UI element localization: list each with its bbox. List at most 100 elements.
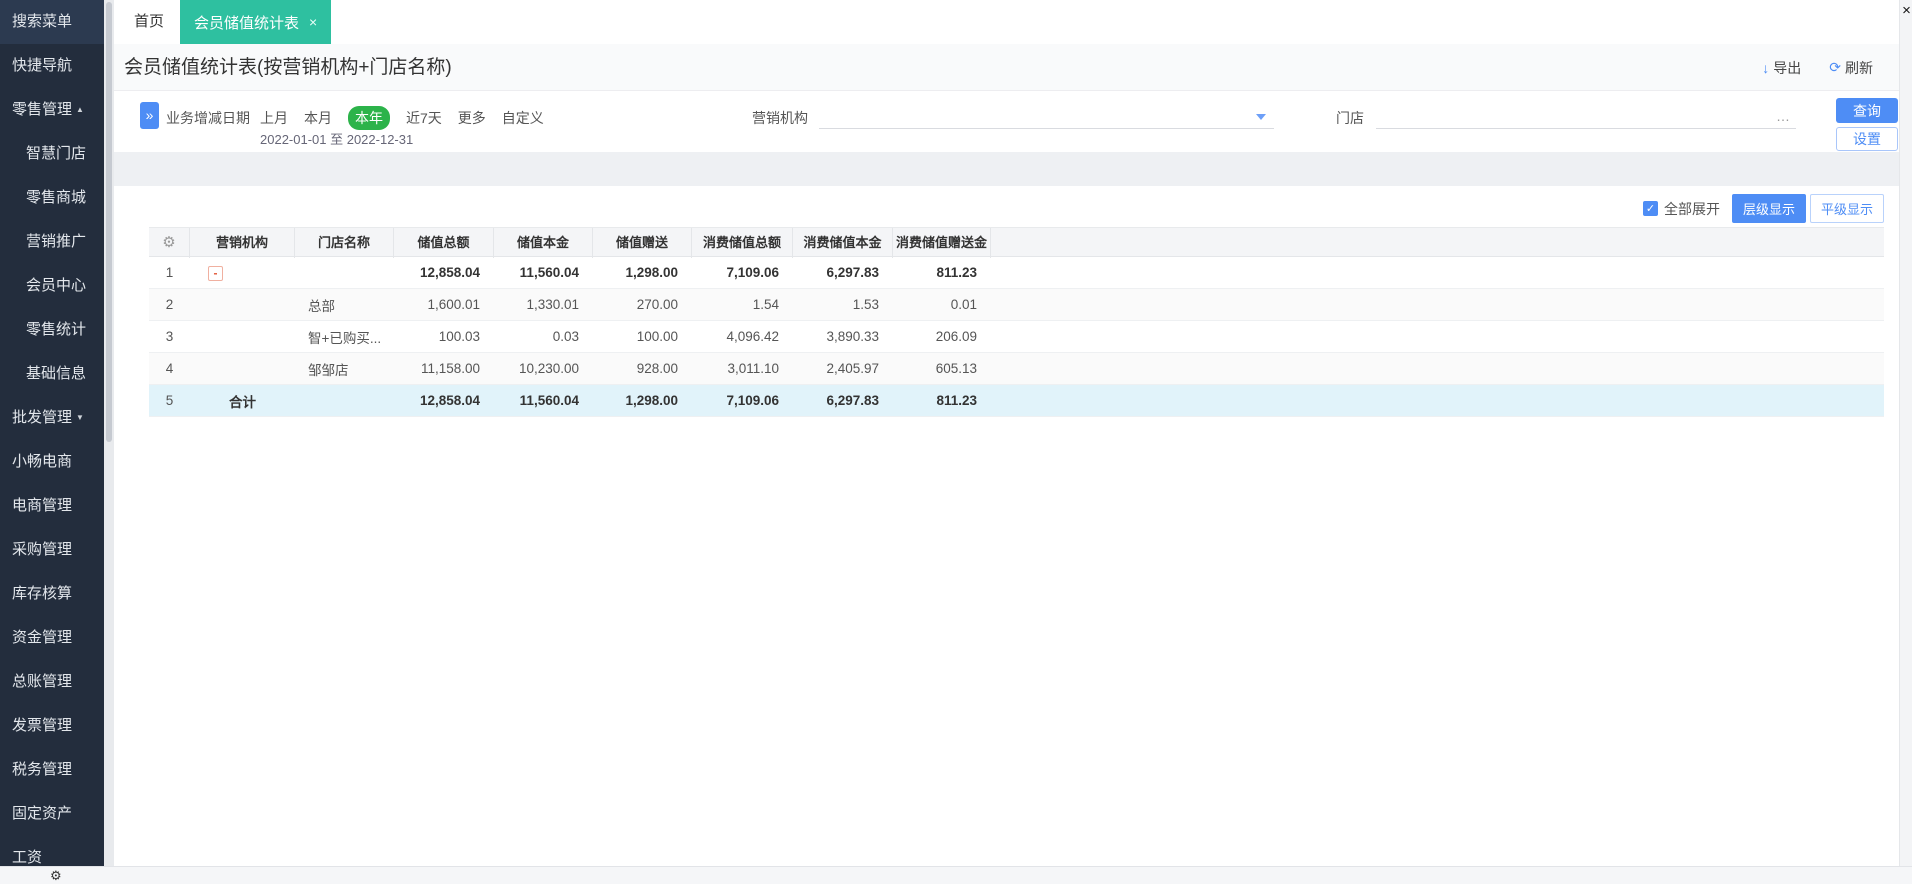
sidebar-item-label: 零售统计 bbox=[26, 321, 87, 338]
table-row[interactable]: 1 - 12,858.04 11,560.04 1,298.00 7,109.06 6,29… bbox=[149, 257, 1884, 289]
sidebar-item[interactable]: 批发管理 ▼ bbox=[0, 396, 104, 440]
value-cell: 1.54 bbox=[752, 297, 779, 312]
query-button[interactable]: 查询 bbox=[1836, 98, 1898, 123]
value-cell: 12,858.04 bbox=[419, 265, 480, 280]
sidebar-scrollbar[interactable] bbox=[104, 0, 114, 866]
date-filter-label: 业务增减日期 bbox=[166, 110, 250, 126]
store-filter-input[interactable]: … bbox=[1376, 103, 1796, 129]
table-row[interactable]: 3 智+已购买... 100.03 0.03 100.00 4,096.42 3,890.3… bbox=[149, 321, 1884, 353]
quick-option[interactable]: 更多 bbox=[458, 108, 486, 128]
date-range-value[interactable]: 2022-01-01 至 2022-12-31 bbox=[260, 129, 413, 148]
sidebar-item-label: 库存核算 bbox=[12, 585, 73, 602]
column-header-filler bbox=[991, 228, 1884, 258]
sidebar-item[interactable]: 发票管理 bbox=[0, 704, 104, 748]
tab-home[interactable]: 首页 bbox=[114, 0, 184, 44]
main-scrollbar[interactable]: × bbox=[1899, 0, 1912, 884]
quick-option[interactable]: 近7天 bbox=[406, 108, 442, 128]
quick-option[interactable]: 本月 bbox=[304, 108, 332, 128]
sidebar-item[interactable]: 电商管理 bbox=[0, 484, 104, 528]
table-row[interactable]: 4 邹邹店 11,158.00 10,230.00 928.00 3,011.10 2,40… bbox=[149, 353, 1884, 385]
store-cell: 总部 bbox=[308, 298, 335, 314]
tab-label: 会员储值统计表 bbox=[194, 14, 300, 32]
store-cell: 智+已购买... bbox=[308, 330, 382, 346]
value-cell: 100.03 bbox=[438, 329, 480, 344]
sidebar-item-label: 发票管理 bbox=[12, 717, 73, 734]
sidebar-scrollbar-thumb[interactable] bbox=[106, 2, 112, 442]
quick-option[interactable]: 上月 bbox=[260, 108, 288, 128]
export-icon: ↓ bbox=[1762, 59, 1770, 76]
value-cell: 0.01 bbox=[950, 297, 977, 312]
sidebar-item[interactable]: 基础信息 bbox=[0, 352, 104, 396]
collapse-filter-button[interactable]: » bbox=[140, 102, 159, 129]
table-controls: ✓ 全部展开 层级显示 平级显示 bbox=[1642, 194, 1884, 223]
window-close-icon[interactable]: × bbox=[1900, 0, 1912, 22]
sidebar-item[interactable]: 总账管理 bbox=[0, 660, 104, 704]
value-cell: 6,297.83 bbox=[826, 265, 879, 280]
table-body: 1 - 12,858.04 11,560.04 1,298.00 7,109.06 6,29… bbox=[149, 257, 1884, 417]
date-quick-options: 上月 本月 本年 近7天 更多 自定义 bbox=[260, 106, 560, 130]
sidebar-item-label: 会员中心 bbox=[26, 277, 87, 294]
sidebar-item[interactable]: 搜索菜单 bbox=[0, 0, 104, 44]
row-number: 3 bbox=[165, 329, 174, 344]
export-button[interactable]: ↓ 导出 bbox=[1762, 58, 1801, 78]
chevron-down-icon[interactable] bbox=[1256, 114, 1266, 120]
sidebar-item[interactable]: 税务管理 bbox=[0, 748, 104, 792]
sidebar-item[interactable]: 智慧门店 bbox=[0, 132, 104, 176]
value-cell: 11,158.00 bbox=[420, 361, 480, 376]
collapse-row-icon[interactable]: - bbox=[208, 265, 223, 281]
column-header: 消费储值赠送金 bbox=[893, 228, 991, 258]
org-filter-input[interactable] bbox=[819, 103, 1274, 129]
value-cell: 1,298.00 bbox=[625, 265, 678, 280]
sidebar-item[interactable]: 小畅电商 bbox=[0, 440, 104, 484]
expand-all-label: 全部展开 bbox=[1663, 200, 1720, 217]
sidebar-item[interactable]: 工资 bbox=[0, 836, 104, 866]
value-cell: 11,560.04 bbox=[519, 393, 579, 408]
value-cell: 928.00 bbox=[636, 361, 678, 376]
expand-all-checkbox[interactable]: ✓ bbox=[1642, 201, 1658, 216]
store-cell: 邹邹店 bbox=[308, 362, 349, 378]
value-cell: 7,109.06 bbox=[726, 393, 779, 408]
table-row[interactable]: 2 总部 1,600.01 1,330.01 270.00 1.54 1.53 0.01 bbox=[149, 289, 1884, 321]
sidebar-item-label: 工资 bbox=[12, 849, 43, 866]
column-settings-gear-icon[interactable]: ⚙ bbox=[149, 228, 190, 258]
refresh-button[interactable]: ⟳ 刷新 bbox=[1829, 58, 1873, 78]
value-cell: 811.23 bbox=[936, 265, 977, 280]
value-cell: 11,560.04 bbox=[519, 265, 579, 280]
hierarchy-display-button[interactable]: 层级显示 bbox=[1731, 194, 1806, 223]
value-cell: 12,858.04 bbox=[419, 393, 480, 408]
settings-gear-icon[interactable]: ⚙ bbox=[50, 867, 62, 884]
page-title: 会员储值统计表(按营销机构+门店名称) bbox=[124, 57, 452, 78]
sidebar-item[interactable]: 资金管理 bbox=[0, 616, 104, 660]
sidebar-item-label: 零售管理 bbox=[12, 101, 73, 118]
value-cell: 605.13 bbox=[935, 361, 977, 376]
quick-option[interactable]: 本年 bbox=[348, 106, 390, 130]
column-header: 门店名称 bbox=[295, 228, 394, 258]
sidebar-item-label: 基础信息 bbox=[26, 365, 87, 382]
settings-button[interactable]: 设置 bbox=[1836, 127, 1898, 151]
table-header: ⚙ 营销机构 门店名称 储值总额 储值本金 储值赠送 消费储值总额 消费储值本金 消费储值赠送金 bbox=[149, 227, 1884, 258]
column-header: 消费储值总额 bbox=[692, 228, 793, 258]
app-window: 搜索菜单 快捷导航 零售管理 ▲ 智慧门店 零售商城 营销推广会员中心零售统计基础信息批发管… bbox=[0, 0, 1912, 884]
tab-member-stored-value[interactable]: 会员储值统计表 × bbox=[180, 0, 332, 44]
sidebar-item[interactable]: 零售统计 bbox=[0, 308, 104, 352]
more-options-icon[interactable]: … bbox=[1776, 108, 1790, 124]
sidebar-item[interactable]: 会员中心 bbox=[0, 264, 104, 308]
value-cell: 100.00 bbox=[636, 329, 678, 344]
value-cell: 270.00 bbox=[636, 297, 678, 312]
store-filter-label: 门店 bbox=[1336, 110, 1364, 126]
sidebar-item[interactable]: 零售商城 bbox=[0, 176, 104, 220]
org-cell: 合计 bbox=[229, 394, 256, 410]
quick-option[interactable]: 自定义 bbox=[502, 108, 544, 128]
sidebar-item[interactable]: 快捷导航 bbox=[0, 44, 104, 88]
sidebar-item[interactable]: 营销推广 bbox=[0, 220, 104, 264]
sidebar-item[interactable]: 固定资产 bbox=[0, 792, 104, 836]
sidebar-item[interactable]: 零售管理 ▲ bbox=[0, 88, 104, 132]
sidebar-item[interactable]: 库存核算 bbox=[0, 572, 104, 616]
sidebar-item-label: 税务管理 bbox=[12, 761, 73, 778]
sidebar-item[interactable]: 采购管理 bbox=[0, 528, 104, 572]
refresh-label: 刷新 bbox=[1845, 59, 1873, 76]
tab-close-icon[interactable]: × bbox=[309, 14, 317, 30]
table-row[interactable]: 5 合计 12,858.04 11,560.04 1,298.00 7,109.06 6,2… bbox=[149, 385, 1884, 417]
flat-display-button[interactable]: 平级显示 bbox=[1809, 194, 1884, 223]
sidebar: 搜索菜单 快捷导航 零售管理 ▲ 智慧门店 零售商城 营销推广会员中心零售统计基础信息批发管… bbox=[0, 0, 104, 866]
